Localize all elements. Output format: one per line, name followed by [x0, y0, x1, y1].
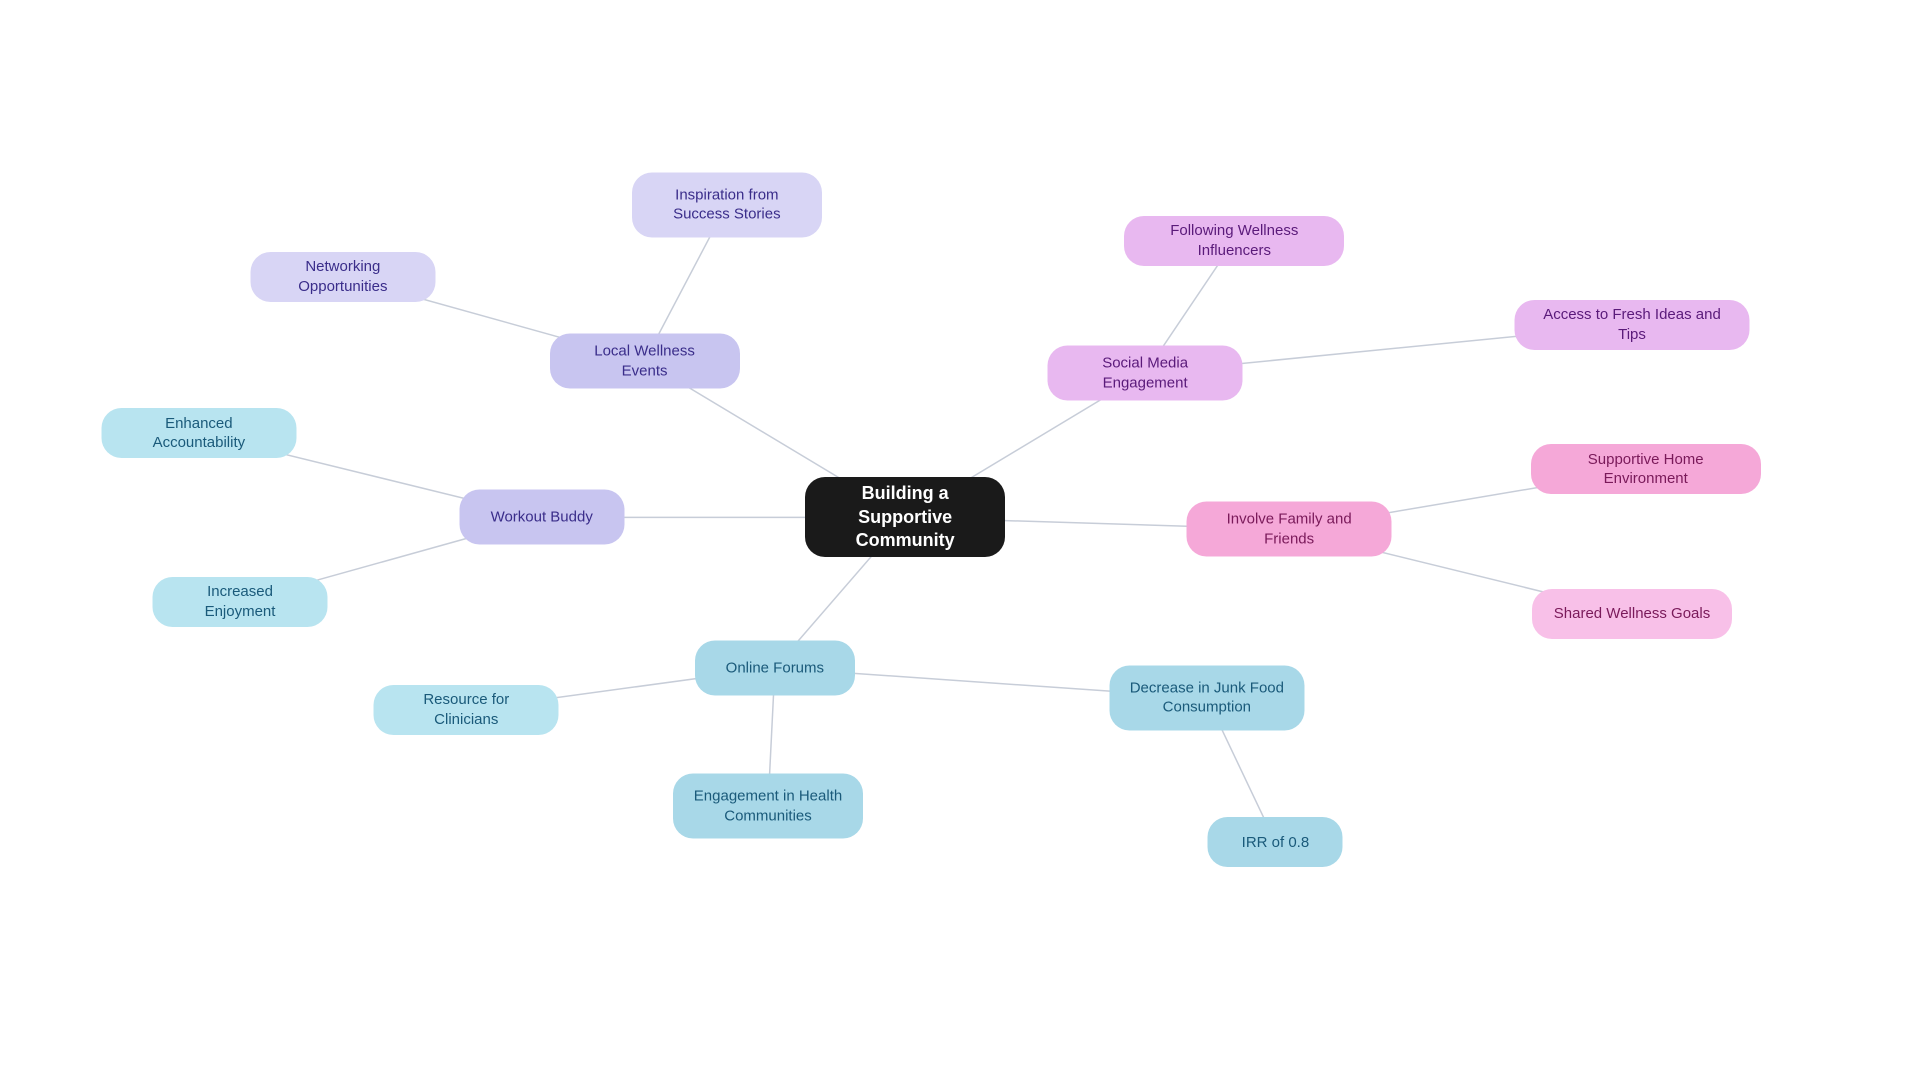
- node-online-forums[interactable]: Online Forums: [695, 640, 855, 695]
- node-shared-goals[interactable]: Shared Wellness Goals: [1532, 589, 1732, 639]
- node-social-media[interactable]: Social Media Engagement: [1048, 346, 1243, 401]
- node-networking[interactable]: Networking Opportunities: [250, 252, 435, 302]
- node-following-influencers[interactable]: Following Wellness Influencers: [1124, 216, 1344, 266]
- node-engagement-health[interactable]: Engagement in Health Communities: [673, 774, 863, 839]
- node-involve-family[interactable]: Involve Family and Friends: [1187, 502, 1392, 557]
- node-inspiration[interactable]: Inspiration from Success Stories: [632, 172, 822, 237]
- node-supportive-home[interactable]: Supportive Home Environment: [1531, 444, 1761, 494]
- node-workout-buddy[interactable]: Workout Buddy: [459, 490, 624, 545]
- node-local-wellness[interactable]: Local Wellness Events: [550, 334, 740, 389]
- node-enhanced-accountability[interactable]: Enhanced Accountability: [101, 408, 296, 458]
- center-node[interactable]: Building a Supportive Community: [805, 477, 1005, 557]
- node-fresh-ideas[interactable]: Access to Fresh Ideas and Tips: [1515, 300, 1750, 350]
- node-irr[interactable]: IRR of 0.8: [1208, 817, 1343, 867]
- mindmap-container: Building a Supportive Community Local Wel…: [0, 0, 1920, 1083]
- node-increased-enjoyment[interactable]: Increased Enjoyment: [153, 577, 328, 627]
- node-resource-clinicians[interactable]: Resource for Clinicians: [374, 685, 559, 735]
- node-decrease-junk[interactable]: Decrease in Junk Food Consumption: [1109, 665, 1304, 730]
